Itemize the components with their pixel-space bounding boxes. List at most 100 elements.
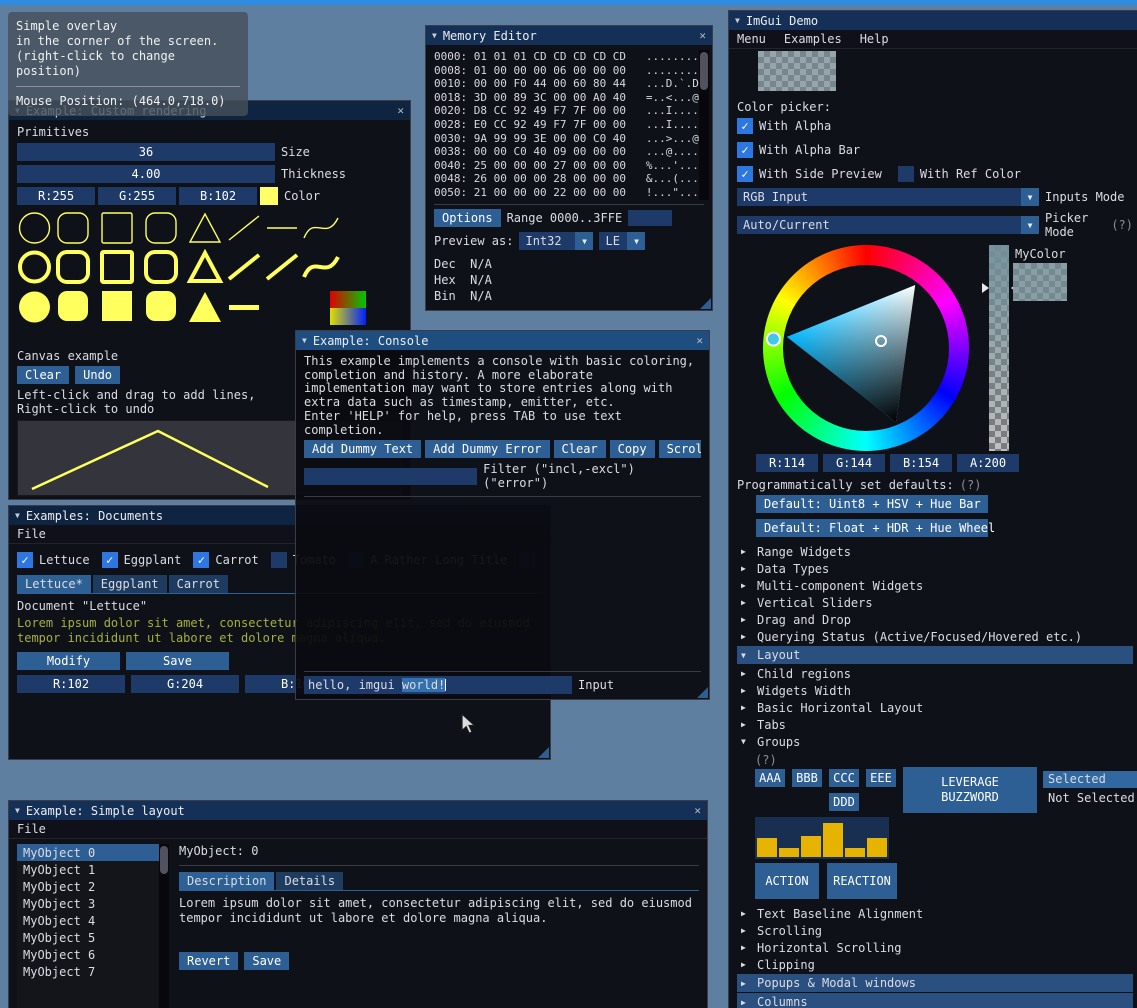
thickness-slider[interactable]: 4.00 [17, 165, 275, 183]
titlebar-imgui-demo[interactable]: ▼ ImGui Demo [729, 11, 1137, 30]
document-tab[interactable]: Lettuce* [17, 575, 91, 593]
console-action-button[interactable]: Add Dummy Text [304, 440, 421, 458]
list-item[interactable]: MyObject 0 [17, 844, 159, 861]
console-log[interactable] [304, 501, 701, 667]
color-picker-widget[interactable]: MyColor [737, 245, 1133, 451]
checkbox-icon[interactable]: ✓ [737, 166, 753, 182]
bbb-button[interactable]: BBB [792, 769, 822, 787]
revert-button[interactable]: Revert [179, 952, 238, 970]
checkbox-icon[interactable]: ✓ [193, 552, 209, 568]
color-component-drag[interactable]: B:154 [890, 454, 952, 472]
chevron-down-icon[interactable]: ▼ [1021, 216, 1039, 234]
titlebar-memory-editor[interactable]: ▼ Memory Editor ✕ [426, 26, 712, 45]
modify-button[interactable]: Modify [17, 652, 120, 670]
selected-selectable[interactable]: Selected [1043, 771, 1137, 788]
hex-line[interactable]: 0018: 3D 00 89 3C 00 00 A0 40 =..<...@ [434, 91, 699, 105]
close-icon[interactable]: ✕ [699, 29, 706, 42]
reaction-button[interactable]: REACTION [827, 863, 897, 899]
titlebar-simple-layout[interactable]: ▼ Example: Simple layout ✕ [9, 801, 707, 820]
red-drag[interactable]: R:255 [17, 187, 95, 205]
chevron-down-icon[interactable]: ▼ [575, 232, 593, 250]
ddd-button[interactable]: DDD [829, 793, 859, 811]
memory-scrollbar[interactable] [699, 50, 709, 200]
filter-input[interactable] [304, 468, 477, 485]
clear-button[interactable]: Clear [17, 366, 69, 384]
green-drag[interactable]: G:204 [131, 675, 239, 693]
tree-node[interactable]: ▶ Popups & Modal windows [737, 974, 1133, 992]
checkbox-icon[interactable] [898, 166, 914, 182]
preview-type-combo[interactable]: Int32 ▼ [519, 232, 593, 250]
color-swatch[interactable] [260, 187, 278, 205]
tree-node[interactable]: ▶ Columns [737, 993, 1133, 1008]
list-scrollbar[interactable] [159, 844, 169, 1008]
collapse-icon[interactable]: ▼ [302, 336, 307, 345]
color-component-drag[interactable]: A:200 [957, 454, 1019, 472]
tree-node[interactable]: ▶ Basic Horizontal Layout [737, 699, 1133, 716]
resize-grip[interactable] [700, 298, 711, 309]
close-icon[interactable]: ✕ [397, 104, 404, 117]
hex-line[interactable]: 0020: D8 CC 92 49 F7 7F 00 00 ...I.... [434, 104, 699, 118]
collapse-icon[interactable]: ▼ [432, 31, 437, 40]
tree-node[interactable]: ▶ Multi-component Widgets [737, 577, 1133, 594]
default-hsv-button[interactable]: Default: Uint8 + HSV + Hue Bar [756, 495, 988, 513]
aaa-button[interactable]: AAA [755, 769, 785, 787]
color-button-swatch[interactable] [758, 51, 836, 91]
list-item[interactable]: MyObject 1 [17, 861, 159, 878]
object-list[interactable]: MyObject 0MyObject 1MyObject 2MyObject 3… [17, 844, 159, 1008]
ccc-button[interactable]: CCC [829, 769, 859, 787]
document-checkbox[interactable]: ✓ Lettuce [17, 552, 90, 568]
hex-line[interactable]: 0010: 00 00 F0 44 00 60 80 44 ...D.`.D [434, 77, 699, 91]
chevron-down-icon[interactable]: ▼ [627, 232, 645, 250]
green-drag[interactable]: G:255 [98, 187, 176, 205]
hex-line[interactable]: 0030: 9A 99 99 3E 00 00 C0 40 ...>...@ [434, 132, 699, 146]
document-checkbox[interactable]: ✓ Carrot [193, 552, 258, 568]
console-action-button[interactable]: Copy [610, 440, 655, 458]
menu-file[interactable]: File [17, 822, 46, 836]
red-drag[interactable]: R:102 [17, 675, 125, 693]
save-button[interactable]: Save [244, 952, 289, 970]
list-item[interactable]: MyObject 3 [17, 895, 159, 912]
tree-node[interactable]: ▶ Text Baseline Alignment [737, 905, 1133, 922]
document-tab[interactable]: Carrot [169, 575, 228, 593]
tree-node[interactable]: ▼ Groups [737, 733, 1133, 750]
list-item[interactable]: MyObject 6 [17, 946, 159, 963]
detail-tab[interactable]: Details [276, 872, 343, 890]
list-item[interactable]: MyObject 5 [17, 929, 159, 946]
scrollbar-thumb[interactable] [160, 846, 168, 874]
menu-item[interactable]: Help [860, 32, 889, 46]
console-action-button[interactable]: Scroll to b [659, 440, 701, 458]
with-ref-color-checkbox[interactable]: With Ref Color [898, 166, 1021, 182]
tree-node[interactable]: ▶ Querying Status (Active/Focused/Hovere… [737, 628, 1133, 645]
picker-mode-combo[interactable]: Auto/Current ▼ [737, 216, 1039, 234]
console-action-button[interactable]: Clear [554, 440, 606, 458]
inputs-mode-combo[interactable]: RGB Input ▼ [737, 188, 1039, 206]
list-item[interactable]: MyObject 2 [17, 878, 159, 895]
checkbox-icon[interactable]: ✓ [102, 552, 118, 568]
document-checkbox[interactable]: ✓ Eggplant [102, 552, 182, 568]
hex-line[interactable]: 0028: E0 CC 92 49 F7 7F 00 00 ...I.... [434, 118, 699, 132]
alpha-bar[interactable] [989, 245, 1009, 451]
tree-node[interactable]: ▶ Clipping [737, 956, 1133, 973]
detail-tab[interactable]: Description [179, 872, 274, 890]
size-slider[interactable]: 36 [17, 143, 275, 161]
menu-item[interactable]: Examples [784, 32, 842, 46]
hex-line[interactable]: 0000: 01 01 01 CD CD CD CD CD ........ [434, 50, 699, 64]
checkbox-icon[interactable]: ✓ [737, 118, 753, 134]
list-item[interactable]: MyObject 7 [17, 963, 159, 980]
collapse-icon[interactable]: ▼ [15, 511, 20, 520]
tree-node[interactable]: ▶ Drag and Drop [737, 611, 1133, 628]
sv-triangle[interactable] [763, 245, 969, 451]
help-marker[interactable]: (?) [1111, 218, 1133, 232]
list-item[interactable]: MyObject 4 [17, 912, 159, 929]
close-icon[interactable]: ✕ [694, 804, 701, 817]
tree-node[interactable]: ▶ Scrolling [737, 922, 1133, 939]
tree-node[interactable]: ▶ Data Types [737, 560, 1133, 577]
scrollbar-thumb[interactable] [700, 52, 708, 90]
with-side-preview-checkbox[interactable]: ✓ With Side Preview [737, 166, 882, 182]
tree-node[interactable]: ▶ Range Widgets [737, 543, 1133, 560]
console-input[interactable]: hello, imgui world! [304, 676, 572, 694]
color-component-drag[interactable]: R:114 [756, 454, 818, 472]
tree-node[interactable]: ▼ Layout [737, 646, 1133, 664]
with-alpha-checkbox[interactable]: ✓ With Alpha [737, 114, 1133, 138]
resize-grip[interactable] [697, 687, 708, 698]
